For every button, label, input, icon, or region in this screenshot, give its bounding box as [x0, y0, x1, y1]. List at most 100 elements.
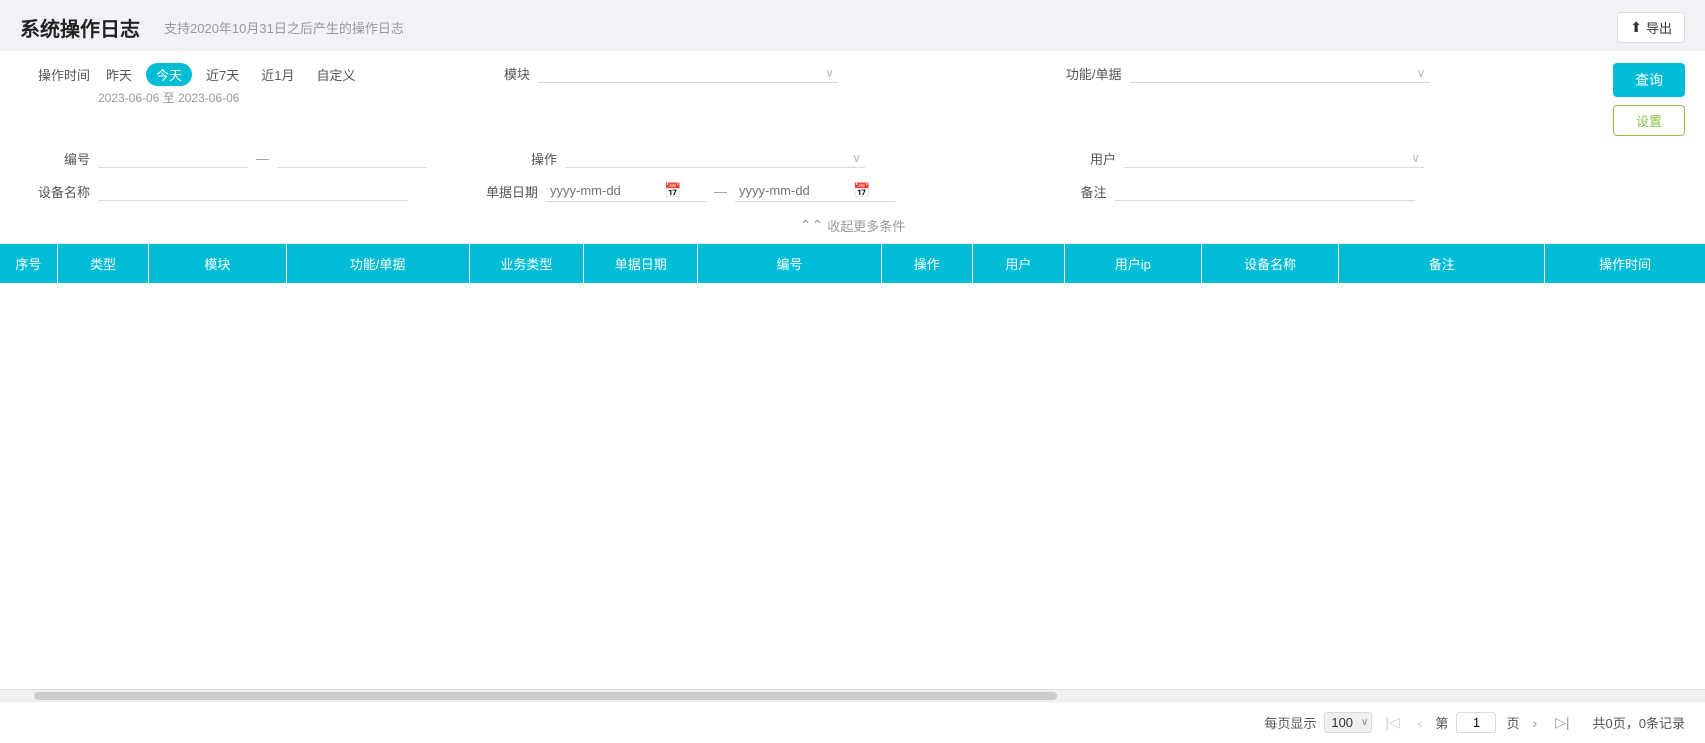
user-select[interactable]: ∨	[1124, 148, 1424, 168]
header-left: 系统操作日志 支持2020年10月31日之后产生的操作日志	[20, 13, 404, 42]
col-header-type: 类型	[57, 244, 149, 283]
time-btn-1month[interactable]: 近1月	[253, 63, 302, 86]
user-label: 用户	[1046, 149, 1116, 168]
date-input-to[interactable]	[739, 183, 849, 198]
date-dash: —	[714, 184, 727, 199]
doc-date-label: 单据日期	[468, 182, 538, 201]
number-filter-group: 编号 —	[20, 148, 427, 168]
col-header-seq: 序号	[0, 244, 57, 283]
operation-filter-group: 操作 ∨	[487, 148, 986, 168]
per-page-select[interactable]: 100 10 20 50 200	[1324, 712, 1372, 733]
table-header: 序号 类型 模块 功能/单据 业务类型 单据日期 编号 操作 用户 用户ip 设…	[0, 244, 1705, 283]
function-filter-group: 功能/单据 ∨	[1052, 63, 1584, 83]
col-header-module: 模块	[149, 244, 286, 283]
function-label: 功能/单据	[1052, 64, 1122, 83]
operation-label: 操作	[487, 149, 557, 168]
user-filter-group: 用户 ∨	[1046, 148, 1545, 168]
export-button[interactable]: ⬆ 导出	[1617, 12, 1685, 43]
function-select[interactable]: ∨	[1130, 63, 1430, 83]
page-label: 第	[1435, 713, 1448, 732]
doc-date-filter-group: 单据日期 📅 — 📅	[468, 180, 977, 202]
time-btn-7days[interactable]: 近7天	[198, 63, 247, 86]
time-filter-top: 操作时间 昨天 今天 近7天 近1月 自定义	[20, 63, 400, 86]
first-page-button[interactable]: |◁	[1380, 712, 1404, 733]
function-placeholder	[1134, 65, 1417, 80]
data-table: 序号 类型 模块 功能/单据 业务类型 单据日期 编号 操作 用户 用户ip 设…	[0, 244, 1705, 283]
time-btn-yesterday[interactable]: 昨天	[98, 63, 140, 86]
collapse-label: 收起更多条件	[827, 216, 905, 235]
user-chevron-icon: ∨	[1411, 151, 1420, 165]
settings-button[interactable]: 设置	[1613, 105, 1685, 136]
table-header-row: 序号 类型 模块 功能/单据 业务类型 单据日期 编号 操作 用户 用户ip 设…	[0, 244, 1705, 283]
next-page-button[interactable]: ›	[1527, 713, 1542, 733]
device-input[interactable]	[98, 181, 408, 201]
empty-area	[0, 283, 1705, 689]
col-header-remark: 备注	[1339, 244, 1545, 283]
number-dash: —	[256, 151, 269, 166]
module-label: 模块	[460, 64, 530, 83]
scrollbar-thumb[interactable]	[34, 692, 1057, 700]
module-select[interactable]: ∨	[538, 63, 838, 83]
date-input-from[interactable]	[550, 183, 660, 198]
col-header-function: 功能/单据	[286, 244, 469, 283]
page-header: 系统操作日志 支持2020年10月31日之后产生的操作日志 ⬆ 导出	[0, 0, 1705, 51]
export-label: 导出	[1646, 18, 1672, 37]
remark-filter-group: 备注	[1037, 181, 1546, 201]
col-header-biz-type: 业务类型	[469, 244, 583, 283]
total-text: 共0页，0条记录	[1593, 713, 1685, 732]
collapse-arrow-icon: ⌃⌃	[800, 217, 823, 234]
col-header-op-time: 操作时间	[1545, 244, 1705, 283]
time-label: 操作时间	[20, 65, 90, 84]
time-btn-today[interactable]: 今天	[146, 63, 192, 86]
time-range-display: 2023-06-06 至 2023-06-06	[98, 89, 400, 106]
module-chevron-icon: ∨	[825, 66, 834, 80]
horizontal-scrollbar[interactable]	[0, 689, 1705, 701]
pagination-bar: 每页显示 100 10 20 50 200 ∨ |◁ ‹ 第 页 › ▷| 共0…	[0, 701, 1705, 743]
calendar-to-icon[interactable]: 📅	[853, 182, 870, 199]
page-title: 系统操作日志	[20, 13, 140, 42]
page-unit: 页	[1506, 713, 1519, 732]
col-header-operation: 操作	[881, 244, 973, 283]
per-page-wrapper: 100 10 20 50 200 ∨	[1324, 712, 1372, 733]
col-header-number: 编号	[698, 244, 881, 283]
remark-label: 备注	[1037, 182, 1107, 201]
filter-row-1: 操作时间 昨天 今天 近7天 近1月 自定义 2023-06-06 至 2023…	[20, 63, 1685, 136]
col-header-user: 用户	[973, 244, 1065, 283]
device-filter-group: 设备名称	[20, 181, 408, 201]
last-page-button[interactable]: ▷|	[1550, 712, 1574, 733]
prev-page-button[interactable]: ‹	[1413, 713, 1428, 733]
number-label: 编号	[20, 149, 90, 168]
date-input-from-wrap: 📅	[546, 180, 706, 202]
module-placeholder	[542, 65, 825, 80]
table-container: 序号 类型 模块 功能/单据 业务类型 单据日期 编号 操作 用户 用户ip 设…	[0, 244, 1705, 689]
collapse-button[interactable]: ⌃⌃ 收起更多条件	[800, 216, 905, 235]
time-btn-custom[interactable]: 自定义	[309, 63, 364, 86]
date-input-to-wrap: 📅	[735, 180, 895, 202]
page-subtitle: 支持2020年10月31日之后产生的操作日志	[164, 18, 404, 37]
function-chevron-icon: ∨	[1417, 66, 1426, 80]
per-page-label: 每页显示	[1264, 713, 1316, 732]
page-container: 系统操作日志 支持2020年10月31日之后产生的操作日志 ⬆ 导出 操作时间 …	[0, 0, 1705, 743]
col-header-doc-date: 单据日期	[584, 244, 698, 283]
export-icon: ⬆	[1630, 19, 1642, 36]
time-buttons: 昨天 今天 近7天 近1月 自定义	[98, 63, 364, 86]
remark-input[interactable]	[1115, 181, 1415, 201]
calendar-from-icon[interactable]: 📅	[664, 182, 681, 199]
operation-select[interactable]: ∨	[565, 148, 865, 168]
collapse-row: ⌃⌃ 收起更多条件	[20, 210, 1685, 243]
page-number-input[interactable]	[1456, 712, 1496, 733]
module-filter-group: 模块 ∨	[460, 63, 992, 83]
number-input-from[interactable]	[98, 148, 248, 168]
filter-section: 操作时间 昨天 今天 近7天 近1月 自定义 2023-06-06 至 2023…	[0, 51, 1705, 244]
operation-chevron-icon: ∨	[852, 151, 861, 165]
filter-row-2: 编号 — 操作 ∨ 用户 ∨	[20, 148, 1685, 168]
number-input-to[interactable]	[277, 148, 427, 168]
device-label: 设备名称	[20, 182, 90, 201]
time-filter-group: 操作时间 昨天 今天 近7天 近1月 自定义 2023-06-06 至 2023…	[20, 63, 400, 106]
query-button[interactable]: 查询	[1613, 63, 1685, 97]
col-header-device: 设备名称	[1201, 244, 1338, 283]
action-buttons: 查询 设置	[1613, 63, 1685, 136]
user-placeholder	[1128, 150, 1411, 165]
col-header-user-ip: 用户ip	[1064, 244, 1201, 283]
filter-row-3: 设备名称 单据日期 📅 — 📅 备注	[20, 180, 1685, 202]
